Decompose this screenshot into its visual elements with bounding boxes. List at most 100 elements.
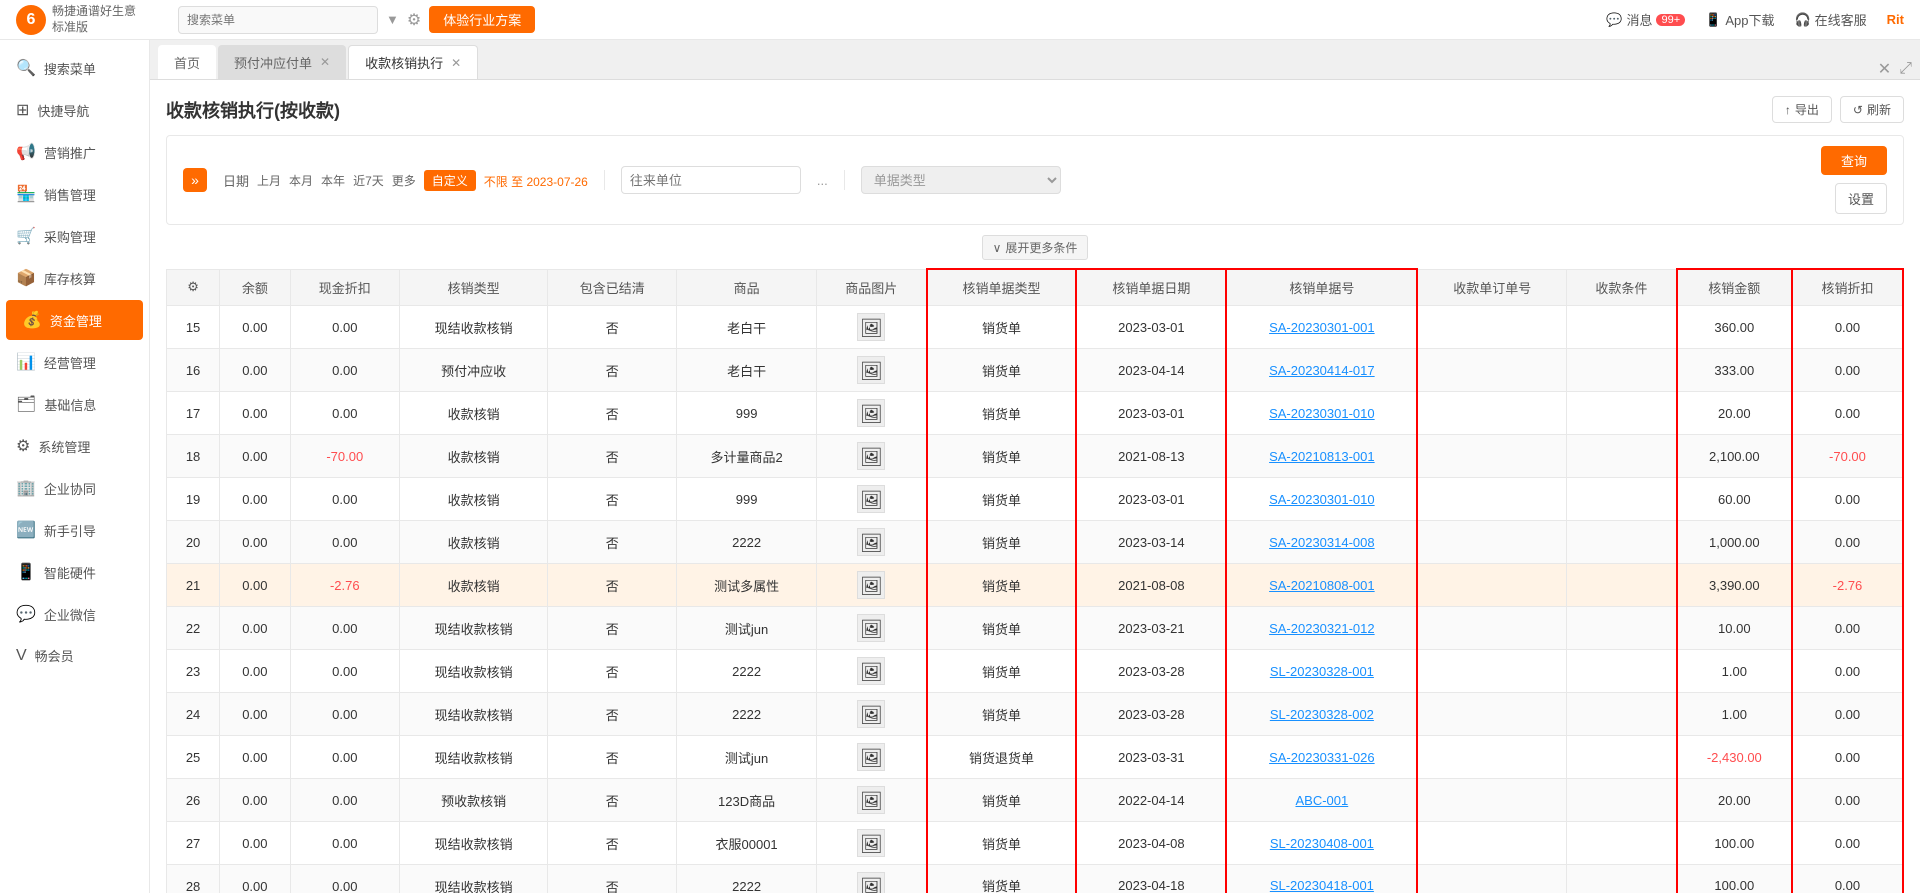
row-doc-no[interactable]: ABC-001 [1226,779,1417,822]
row-cancel-amount: 1,000.00 [1677,521,1792,564]
sidebar-item-finance[interactable]: 💰 资金管理 [6,300,143,340]
notification-area[interactable]: 💬 消息 99+ [1606,10,1685,29]
filter-divider-1 [604,170,605,190]
row-doc-no[interactable]: SL-20230418-001 [1226,865,1417,893]
online-service-link[interactable]: 🎧 在线客服 [1794,10,1866,29]
tab-close-all-icon[interactable]: ✕ [1878,59,1891,79]
row-balance: 0.00 [220,693,290,736]
export-button[interactable]: ↑ 导出 [1772,96,1832,123]
row-cancel-type: 现结收款核销 [399,306,547,349]
query-button[interactable]: 查询 [1821,146,1887,175]
row-cancel-type: 收款核销 [399,521,547,564]
sidebar-item-sales[interactable]: 🏪 销售管理 [0,174,149,214]
row-doc-no[interactable]: SL-20230328-002 [1226,693,1417,736]
expand-conditions-button[interactable]: ∨ 展开更多条件 [982,235,1089,260]
filter-7days[interactable]: 近7天 [353,172,384,189]
sidebar-item-inventory[interactable]: 📦 库存核算 [0,258,149,298]
industry-solution-button[interactable]: 体验行业方案 [429,6,535,33]
row-doc-no[interactable]: SA-20230314-008 [1226,521,1417,564]
row-cancel-amount: 20.00 [1677,392,1792,435]
row-no: 16 [167,349,220,392]
sidebar-item-guide[interactable]: 🆕 新手引导 [0,510,149,550]
shop-icon: 🏪 [16,184,36,204]
filter-custom-button[interactable]: 自定义 [424,170,476,191]
app-download-link[interactable]: 📱 App下载 [1705,10,1774,29]
sidebar-item-purchase[interactable]: 🛒 采购管理 [0,216,149,256]
search-icon: 🔍 [16,58,36,78]
row-cash-discount: 0.00 [290,779,399,822]
row-cancel-discount: -2.76 [1792,564,1903,607]
building-icon: 🏢 [16,478,36,498]
tab-prepay-close-icon[interactable]: ✕ [320,55,330,69]
sidebar-item-wechat[interactable]: 💬 企业微信 [0,594,149,634]
row-include-cleared: 否 [548,779,677,822]
row-cash-discount: 0.00 [290,392,399,435]
filter-last-month[interactable]: 上月 [257,172,281,189]
filter-this-month[interactable]: 本月 [289,172,313,189]
sidebar-item-system[interactable]: ⚙ 系统管理 [0,426,149,466]
setting-button[interactable]: 设置 [1835,183,1887,214]
sidebar-item-vip[interactable]: V 畅会员 [0,636,149,675]
sidebar-item-search[interactable]: 🔍 搜索菜单 [0,48,149,88]
settings-gear-icon[interactable]: ⚙ [407,10,421,30]
row-doc-no[interactable]: SL-20230328-001 [1226,650,1417,693]
row-receipt-order-no [1417,607,1566,650]
col-settings[interactable]: ⚙ [167,269,220,306]
col-doc-no: 核销单据号 [1226,269,1417,306]
sidebar-item-hardware[interactable]: 📱 智能硬件 [0,552,149,592]
row-receipt-condition [1567,306,1677,349]
sidebar-item-marketing[interactable]: 📢 营销推广 [0,132,149,172]
tab-collection-close-icon[interactable]: ✕ [451,56,461,70]
row-doc-no[interactable]: SA-20230331-026 [1226,736,1417,779]
expand-conditions-area: ∨ 展开更多条件 [166,235,1904,260]
doc-type-filter-select[interactable]: 单据类型 [861,166,1061,194]
company-search-input[interactable] [178,6,378,34]
tab-home[interactable]: 首页 [158,45,216,79]
row-cancel-discount: 0.00 [1792,650,1903,693]
row-doc-no[interactable]: SL-20230408-001 [1226,822,1417,865]
row-cash-discount: 0.00 [290,521,399,564]
row-balance: 0.00 [220,349,290,392]
sidebar-item-nav[interactable]: ⊞ 快捷导航 [0,90,149,130]
row-doc-date: 2023-03-01 [1076,392,1226,435]
dropdown-arrow-icon[interactable]: ▼ [386,12,399,27]
row-no: 15 [167,306,220,349]
sidebar-item-operation[interactable]: 📊 经营管理 [0,342,149,382]
sidebar-item-corp[interactable]: 🏢 企业协同 [0,468,149,508]
goods-img-cell: 🖼 [816,478,926,521]
row-doc-date: 2023-03-14 [1076,521,1226,564]
row-doc-no[interactable]: SA-20230321-012 [1226,607,1417,650]
row-doc-no[interactable]: SA-20230301-010 [1226,478,1417,521]
row-doc-no[interactable]: SA-20230301-010 [1226,392,1417,435]
row-doc-date: 2023-03-01 [1076,306,1226,349]
goods-img-cell: 🖼 [816,693,926,736]
tab-collection[interactable]: 收款核销执行 ✕ [348,45,478,79]
row-include-cleared: 否 [548,607,677,650]
partner-filter-input[interactable] [621,166,801,194]
row-goods: 老白干 [677,349,817,392]
row-doc-type: 销货单 [927,349,1077,392]
row-doc-no[interactable]: SA-20230301-001 [1226,306,1417,349]
filter-toggle-button[interactable]: » [183,168,207,192]
tab-prepay[interactable]: 预付冲应付单 ✕ [218,45,346,79]
row-no: 18 [167,435,220,478]
row-doc-date: 2023-04-18 [1076,865,1226,893]
row-goods: 衣服00001 [677,822,817,865]
row-cancel-amount: 360.00 [1677,306,1792,349]
row-include-cleared: 否 [548,349,677,392]
row-doc-no[interactable]: SA-20210813-001 [1226,435,1417,478]
row-doc-date: 2023-04-08 [1076,822,1226,865]
tab-expand-icon[interactable]: ⤢ [1899,60,1912,78]
row-cancel-amount: 1.00 [1677,650,1792,693]
row-doc-no[interactable]: SA-20230414-017 [1226,349,1417,392]
row-doc-type: 销货单 [927,693,1077,736]
row-cancel-type: 现结收款核销 [399,736,547,779]
row-doc-no[interactable]: SA-20210808-001 [1226,564,1417,607]
goods-img-cell: 🖼 [816,822,926,865]
row-cancel-amount: 10.00 [1677,607,1792,650]
user-name[interactable]: Rit [1887,12,1904,27]
filter-this-year[interactable]: 本年 [321,172,345,189]
refresh-button[interactable]: ↺ 刷新 [1840,96,1904,123]
sidebar-item-basic[interactable]: 🗂 基础信息 [0,384,149,424]
filter-more[interactable]: 更多 [392,172,416,189]
